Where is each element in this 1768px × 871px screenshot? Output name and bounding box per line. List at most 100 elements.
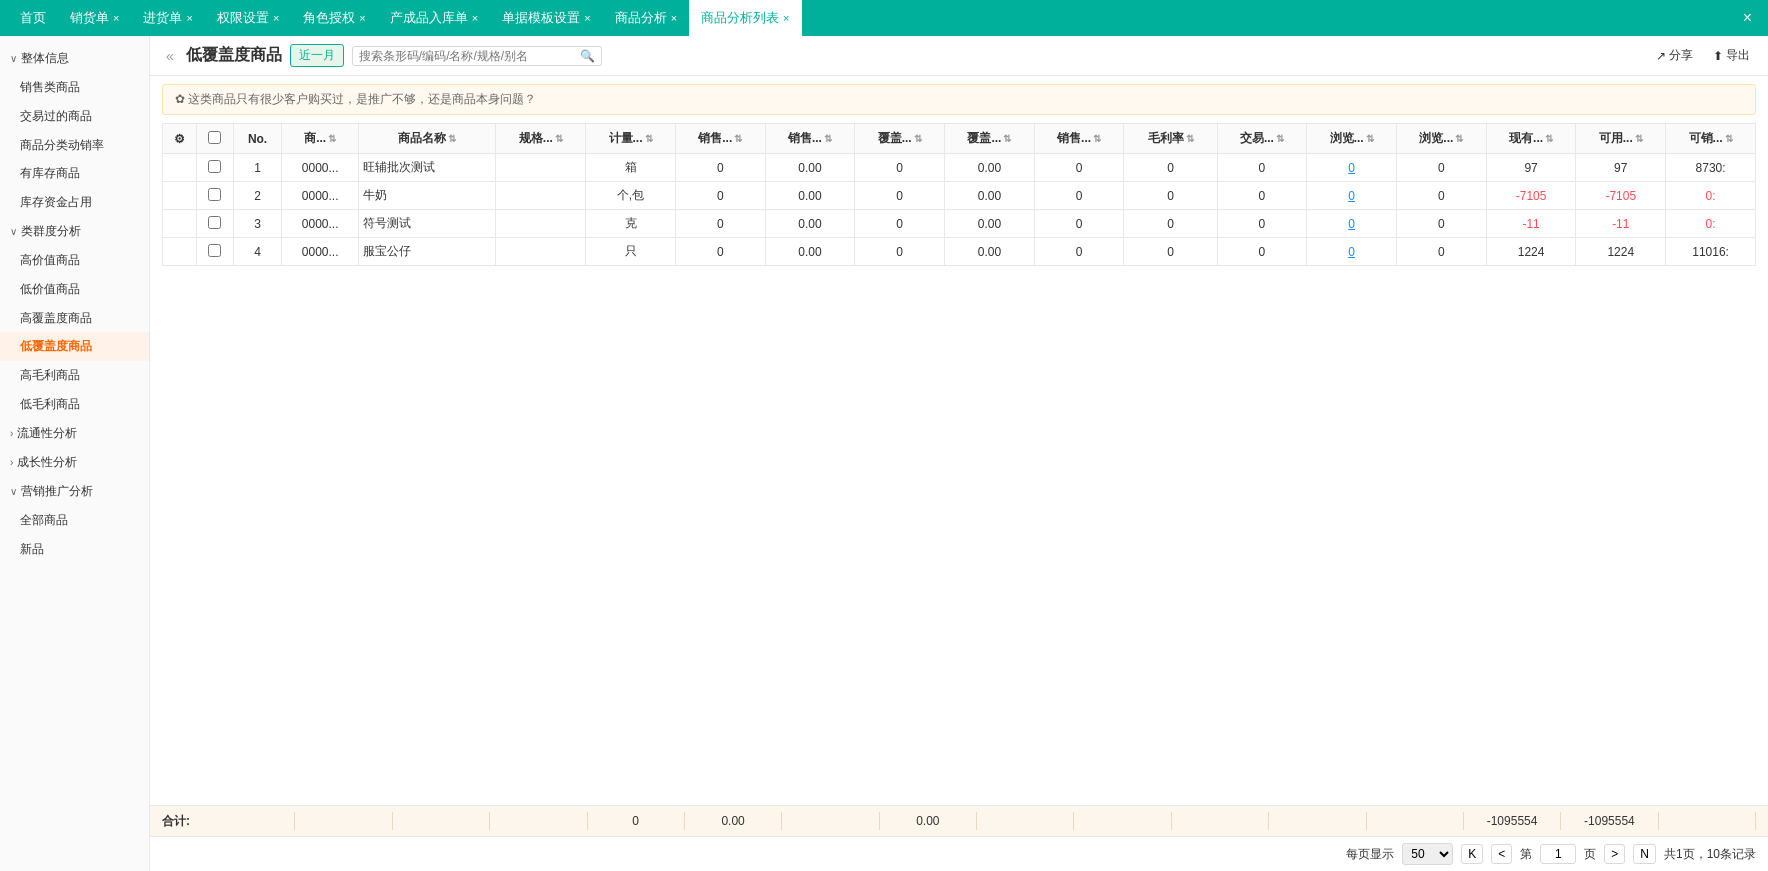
last-page-button[interactable]: N [1633,844,1656,864]
current-page-input[interactable] [1540,844,1576,864]
gear-icon[interactable]: ⚙ [174,132,185,146]
nav-analysis[interactable]: 商品分析 × [603,0,689,36]
prev-page-button[interactable]: < [1491,844,1512,864]
sidebar-section-circulation[interactable]: › 流通性分析 [0,419,149,448]
sidebar-item-low-coverage[interactable]: 低覆盖度商品 [0,332,149,361]
nav-sales[interactable]: 销货单 × [58,0,131,36]
nav-close-analysis[interactable]: × [671,0,677,36]
sidebar-section-overall[interactable]: ∨ 整体信息 [0,44,149,73]
main-layout: ∨ 整体信息 销售类商品 交易过的商品 商品分类动销率 有库存商品 库存资金占用… [0,36,1768,871]
total-records-label: 共1页，10条记录 [1664,846,1756,863]
cell-available: -7105 [1576,182,1666,210]
sidebar-section-growth[interactable]: › 成长性分析 [0,448,149,477]
col-trade[interactable]: 交易...⇅ [1217,124,1307,154]
cell-available: 97 [1576,154,1666,182]
sidebar-item-low-value[interactable]: 低价值商品 [0,275,149,304]
table-row: 20000...牛奶个,包00.0000.0000000-7105-71050: [163,182,1756,210]
col-coverage1[interactable]: 覆盖...⇅ [855,124,945,154]
sidebar-item-traded-goods[interactable]: 交易过的商品 [0,102,149,131]
cell-saleable: 0: [1666,182,1756,210]
nav-template[interactable]: 单据模板设置 × [490,0,602,36]
cell-gear [163,182,197,210]
sidebar-item-high-profit[interactable]: 高毛利商品 [0,361,149,390]
search-input[interactable] [359,49,576,63]
nav-close-permission[interactable]: × [273,0,279,36]
cell-check[interactable] [196,238,233,266]
sidebar-item-category-rate[interactable]: 商品分类动销率 [0,131,149,160]
share-button[interactable]: ↗ 分享 [1650,45,1699,66]
sidebar-item-all-goods[interactable]: 全部商品 [0,506,149,535]
col-gear[interactable]: ⚙ [163,124,197,154]
nav-permission[interactable]: 权限设置 × [205,0,291,36]
cell-check[interactable] [196,182,233,210]
nav-close-role[interactable]: × [359,0,365,36]
sidebar-item-new-goods[interactable]: 新品 [0,535,149,564]
pagination-bar: 每页显示 50 20 100 K < 第 页 > N 共1页，10条记录 [150,836,1768,871]
cell-unit: 箱 [586,154,676,182]
select-all-checkbox[interactable] [208,131,221,144]
first-page-button[interactable]: K [1461,844,1483,864]
date-filter-button[interactable]: 近一月 [290,44,344,67]
info-banner: ✿ 这类商品只有很少客户购买过，是推广不够，还是商品本身问题？ [162,84,1756,115]
content-area: « 低覆盖度商品 近一月 🔍 ↗ 分享 ⬆ 导出 ✿ 这类商品只有很少客户购买过… [150,36,1768,871]
cell-browse1[interactable]: 0 [1307,210,1397,238]
export-button[interactable]: ⬆ 导出 [1707,45,1756,66]
sidebar-section-marketing[interactable]: ∨ 营销推广分析 [0,477,149,506]
col-spec[interactable]: 规格...⇅ [496,124,586,154]
nav-close-template[interactable]: × [584,0,590,36]
footer-cells: 0 0.00 0.00 -1095554 -1095554 [198,812,1756,830]
nav-close-product-in[interactable]: × [472,0,478,36]
search-icon[interactable]: 🔍 [580,49,595,63]
footer-spacer10 [1367,812,1464,830]
col-sales-amount[interactable]: 销售...⇅ [765,124,855,154]
col-gross-rate[interactable]: 毛利率⇅ [1124,124,1217,154]
window-close-button[interactable]: × [1735,9,1760,27]
col-name[interactable]: 商品名称⇅ [359,124,496,154]
col-available[interactable]: 可用...⇅ [1576,124,1666,154]
nav-close-sales[interactable]: × [113,0,119,36]
cell-check[interactable] [196,154,233,182]
footer-spacer2 [295,812,392,830]
col-code[interactable]: 商...⇅ [282,124,359,154]
col-browse1[interactable]: 浏览...⇅ [1307,124,1397,154]
nav-close-analysis-list[interactable]: × [783,0,789,36]
cell-current: -7105 [1486,182,1576,210]
growth-arrow-icon: › [10,457,13,468]
col-sales-x[interactable]: 销售...⇅ [1034,124,1124,154]
next-page-button[interactable]: > [1604,844,1625,864]
nav-product-in[interactable]: 产成品入库单 × [378,0,490,36]
cell-code: 0000... [282,182,359,210]
nav-close-purchase[interactable]: × [186,0,192,36]
col-check[interactable] [196,124,233,154]
sidebar-item-high-value[interactable]: 高价值商品 [0,246,149,275]
sidebar-item-low-profit[interactable]: 低毛利商品 [0,390,149,419]
cell-cov2: 0.00 [945,154,1035,182]
nav-purchase[interactable]: 进货单 × [131,0,204,36]
sidebar-item-in-stock[interactable]: 有库存商品 [0,159,149,188]
col-unit[interactable]: 计量...⇅ [586,124,676,154]
cell-trade: 0 [1217,210,1307,238]
col-current[interactable]: 现有...⇅ [1486,124,1576,154]
col-browse2[interactable]: 浏览...⇅ [1397,124,1487,154]
cell-browse1[interactable]: 0 [1307,154,1397,182]
sidebar-item-capital[interactable]: 库存资金占用 [0,188,149,217]
sidebar-item-sales-goods[interactable]: 销售类商品 [0,73,149,102]
nav-role[interactable]: 角色授权 × [291,0,377,36]
cell-available: -11 [1576,210,1666,238]
cell-check[interactable] [196,210,233,238]
nav-home[interactable]: 首页 [8,0,58,36]
col-saleable[interactable]: 可销...⇅ [1666,124,1756,154]
table-row: 30000...符号测试克00.0000.0000000-11-110: [163,210,1756,238]
sidebar-item-high-coverage[interactable]: 高覆盖度商品 [0,304,149,333]
cell-browse1[interactable]: 0 [1307,238,1397,266]
cell-sales-x: 0 [1034,182,1124,210]
header-actions: ↗ 分享 ⬆ 导出 [1650,45,1756,66]
sidebar-section-cluster[interactable]: ∨ 类群度分析 [0,217,149,246]
page-size-select[interactable]: 50 20 100 [1402,843,1453,865]
nav-analysis-list[interactable]: 商品分析列表 × [689,0,801,36]
col-coverage2[interactable]: 覆盖...⇅ [945,124,1035,154]
sidebar-collapse-button[interactable]: « [162,46,178,66]
cell-browse1[interactable]: 0 [1307,182,1397,210]
cell-unit: 个,包 [586,182,676,210]
col-sales-count[interactable]: 销售...⇅ [675,124,765,154]
